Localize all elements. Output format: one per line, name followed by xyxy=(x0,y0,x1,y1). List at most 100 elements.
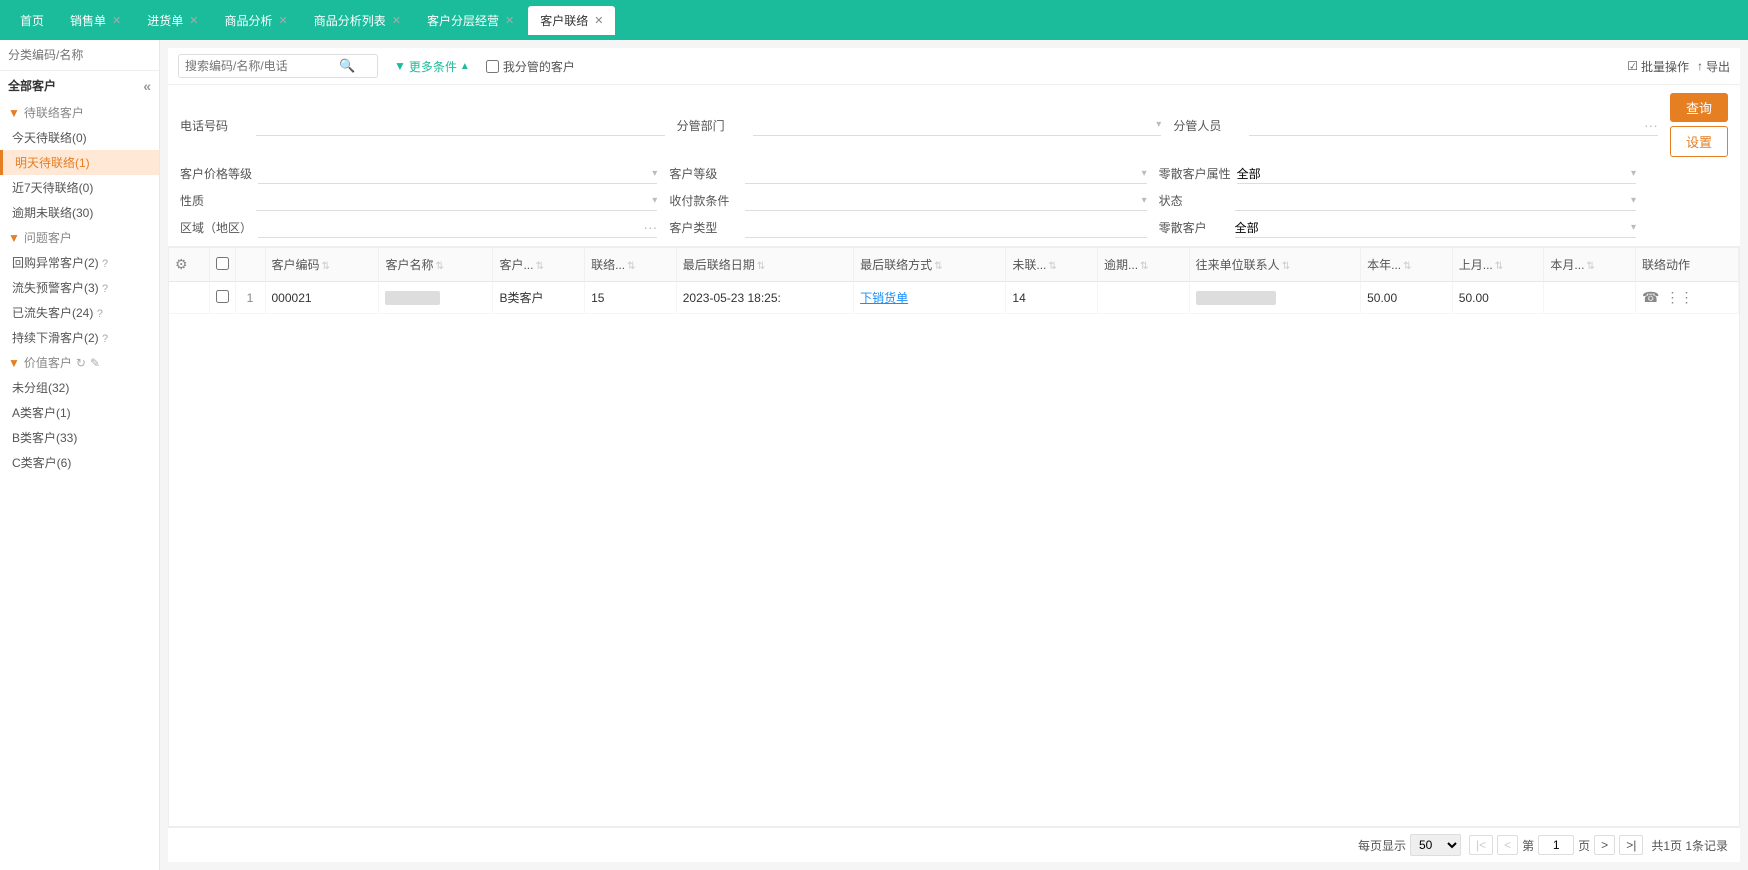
per-page-selector: 每页显示 50 10 20 100 xyxy=(1358,834,1461,856)
search-input[interactable] xyxy=(185,59,335,73)
footer: 每页显示 50 10 20 100 |< < 第 页 > >| 共1页 1条记录 xyxy=(168,827,1740,862)
retail-attr-label: 零散客户属性 xyxy=(1159,165,1231,182)
row-unit-contact xyxy=(1189,282,1360,314)
customer-level-select[interactable]: ▾ xyxy=(745,163,1146,184)
close-customer-contact-icon[interactable]: ✕ xyxy=(594,14,603,27)
data-table: ⚙ 客户编码⇅ 客户名称⇅ 客户...⇅ 联络...⇅ 最后联络日期⇅ 最后联络… xyxy=(169,248,1739,314)
sidebar-item-tomorrow-contact[interactable]: 明天待联络(1) xyxy=(0,150,159,175)
nav-product-analysis-list[interactable]: 商品分析列表 ✕ xyxy=(302,6,413,35)
nav-customer-contact[interactable]: 客户联络 ✕ xyxy=(528,6,615,35)
manager-dots-icon[interactable]: ··· xyxy=(1644,117,1658,133)
select-all-checkbox[interactable] xyxy=(216,257,229,270)
row-more-icon[interactable]: ⋮⋮ xyxy=(1666,289,1694,306)
payment-select[interactable]: ▾ xyxy=(745,190,1146,211)
more-conditions-button[interactable]: ▼ 更多条件 ▲ xyxy=(386,55,478,78)
phone-input[interactable] xyxy=(256,115,665,136)
customer-level-caret-icon: ▾ xyxy=(1142,168,1147,179)
price-level-select[interactable]: ▾ xyxy=(258,163,657,184)
filter-payment: 收付款条件 ▾ xyxy=(669,190,1146,211)
col-last-contact-method: 最后联络方式⇅ xyxy=(854,248,1006,282)
next-page-button[interactable]: > xyxy=(1594,835,1615,855)
total-records: 共1页 1条记录 xyxy=(1651,837,1728,854)
sidebar-item-overdue-contact[interactable]: 逾期未联络(30) xyxy=(0,200,159,225)
col-last-contact-date: 最后联络日期⇅ xyxy=(676,248,853,282)
manager-select[interactable]: ··· xyxy=(1249,115,1658,136)
retail-attr-caret-icon: ▾ xyxy=(1631,168,1636,179)
row-phone-icon[interactable]: ☎ xyxy=(1642,289,1659,306)
first-page-button[interactable]: |< xyxy=(1469,835,1493,855)
close-product-analysis-list-icon[interactable]: ✕ xyxy=(392,14,401,27)
col-num xyxy=(235,248,265,282)
row-checkbox-cell xyxy=(209,282,235,314)
nav-home[interactable]: 首页 xyxy=(8,6,56,35)
collapse-icon: « xyxy=(143,78,151,94)
row-this-month xyxy=(1544,282,1636,314)
search-icon[interactable]: 🔍 xyxy=(339,58,355,74)
last-page-button[interactable]: >| xyxy=(1619,835,1643,855)
row-last-contact-method[interactable]: 下销货单 xyxy=(854,282,1006,314)
nav-purchase-order[interactable]: 进货单 ✕ xyxy=(135,6,210,35)
query-button[interactable]: 查询 xyxy=(1670,93,1728,122)
page-input[interactable] xyxy=(1538,835,1574,855)
gear-icon[interactable]: ⚙ xyxy=(175,256,188,272)
sidebar-item-class-c[interactable]: C类客户(6) xyxy=(0,450,159,475)
close-product-analysis-icon[interactable]: ✕ xyxy=(279,14,288,27)
filter-row-3: 性质 ▾ 收付款条件 ▾ 状态 xyxy=(180,190,1728,211)
nav-sales-order[interactable]: 销售单 ✕ xyxy=(58,6,133,35)
settings-button[interactable]: 设置 xyxy=(1670,126,1728,157)
filter-row-2: 客户价格等级 ▾ 客户等级 ▾ 零散客户属性 xyxy=(180,163,1728,184)
status-caret-icon: ▾ xyxy=(1631,195,1636,206)
filter-row-1: 电话号码 分管部门 ▾ 分管人员 ··· xyxy=(180,93,1728,157)
customer-type-select[interactable] xyxy=(745,217,1146,238)
payment-caret-icon: ▾ xyxy=(1142,195,1147,206)
area-select[interactable]: ··· xyxy=(258,217,657,238)
row-overdue xyxy=(1098,282,1190,314)
price-level-label: 客户价格等级 xyxy=(180,165,252,182)
close-purchase-order-icon[interactable]: ✕ xyxy=(189,14,198,27)
customer-level-label: 客户等级 xyxy=(669,165,739,182)
my-customers-checkbox-label[interactable]: 我分管的客户 xyxy=(486,58,575,75)
filter-bar: 🔍 ▼ 更多条件 ▲ 我分管的客户 ☑ 批量操作 ↑ 导出 xyxy=(168,48,1740,85)
row-this-year: 50.00 xyxy=(1361,282,1453,314)
problem-customer-group: ▼ 问题客户 xyxy=(0,225,159,250)
close-customer-stratification-icon[interactable]: ✕ xyxy=(505,14,514,27)
area-dots-icon[interactable]: ··· xyxy=(643,219,657,235)
retail-customer-select[interactable]: ▾ xyxy=(1235,217,1636,238)
nav-product-analysis[interactable]: 商品分析 ✕ xyxy=(212,6,299,35)
export-icon: ↑ xyxy=(1697,59,1703,73)
per-page-select[interactable]: 50 10 20 100 xyxy=(1410,834,1461,856)
sidebar-item-churn-warning[interactable]: 流失预警客户(3) ? xyxy=(0,275,159,300)
sidebar-search-area: 🔍 xyxy=(0,40,159,71)
payment-label: 收付款条件 xyxy=(669,192,739,209)
sidebar-item-class-a[interactable]: A类客户(1) xyxy=(0,400,159,425)
sidebar-item-today-contact[interactable]: 今天待联络(0) xyxy=(0,125,159,150)
filter-retail-attr: 零散客户属性 ▾ xyxy=(1159,163,1636,184)
row-contact-count: 15 xyxy=(585,282,677,314)
filter-phone: 电话号码 xyxy=(180,115,665,136)
all-customers-header[interactable]: 全部客户 « xyxy=(0,71,159,100)
sidebar-item-ungrouped[interactable]: 未分组(32) xyxy=(0,375,159,400)
retail-attr-select[interactable]: ▾ xyxy=(1237,163,1636,184)
dept-select[interactable]: ▾ xyxy=(753,115,1162,136)
row-gear xyxy=(169,282,209,314)
row-customer-type: B类客户 xyxy=(493,282,585,314)
row-checkbox[interactable] xyxy=(216,290,229,303)
sidebar-item-week-contact[interactable]: 近7天待联络(0) xyxy=(0,175,159,200)
sidebar-item-churned[interactable]: 已流失客户(24) ? xyxy=(0,300,159,325)
row-actions: ☎ ⋮⋮ xyxy=(1636,282,1739,314)
sidebar-item-declining[interactable]: 持续下滑客户(2) ? xyxy=(0,325,159,350)
right-actions: ☑ 批量操作 ↑ 导出 xyxy=(1627,58,1730,75)
my-customers-checkbox[interactable] xyxy=(486,60,499,73)
filter-row-4: 区域（地区） ··· 客户类型 零散客户 ▾ xyxy=(180,217,1728,238)
sidebar-item-class-b[interactable]: B类客户(33) xyxy=(0,425,159,450)
sidebar-search-input[interactable] xyxy=(8,48,160,62)
sidebar-item-abnormal-repurchase[interactable]: 回购异常客户(2) ? xyxy=(0,250,159,275)
close-sales-order-icon[interactable]: ✕ xyxy=(112,14,121,27)
export-button[interactable]: ↑ 导出 xyxy=(1697,58,1730,75)
nav-customer-stratification[interactable]: 客户分层经营 ✕ xyxy=(415,6,526,35)
status-select[interactable]: ▾ xyxy=(1235,190,1636,211)
nature-select[interactable]: ▾ xyxy=(256,190,657,211)
table-header-row: ⚙ 客户编码⇅ 客户名称⇅ 客户...⇅ 联络...⇅ 最后联络日期⇅ 最后联络… xyxy=(169,248,1739,282)
prev-page-button[interactable]: < xyxy=(1497,835,1518,855)
batch-ops-button[interactable]: ☑ 批量操作 xyxy=(1627,58,1689,75)
